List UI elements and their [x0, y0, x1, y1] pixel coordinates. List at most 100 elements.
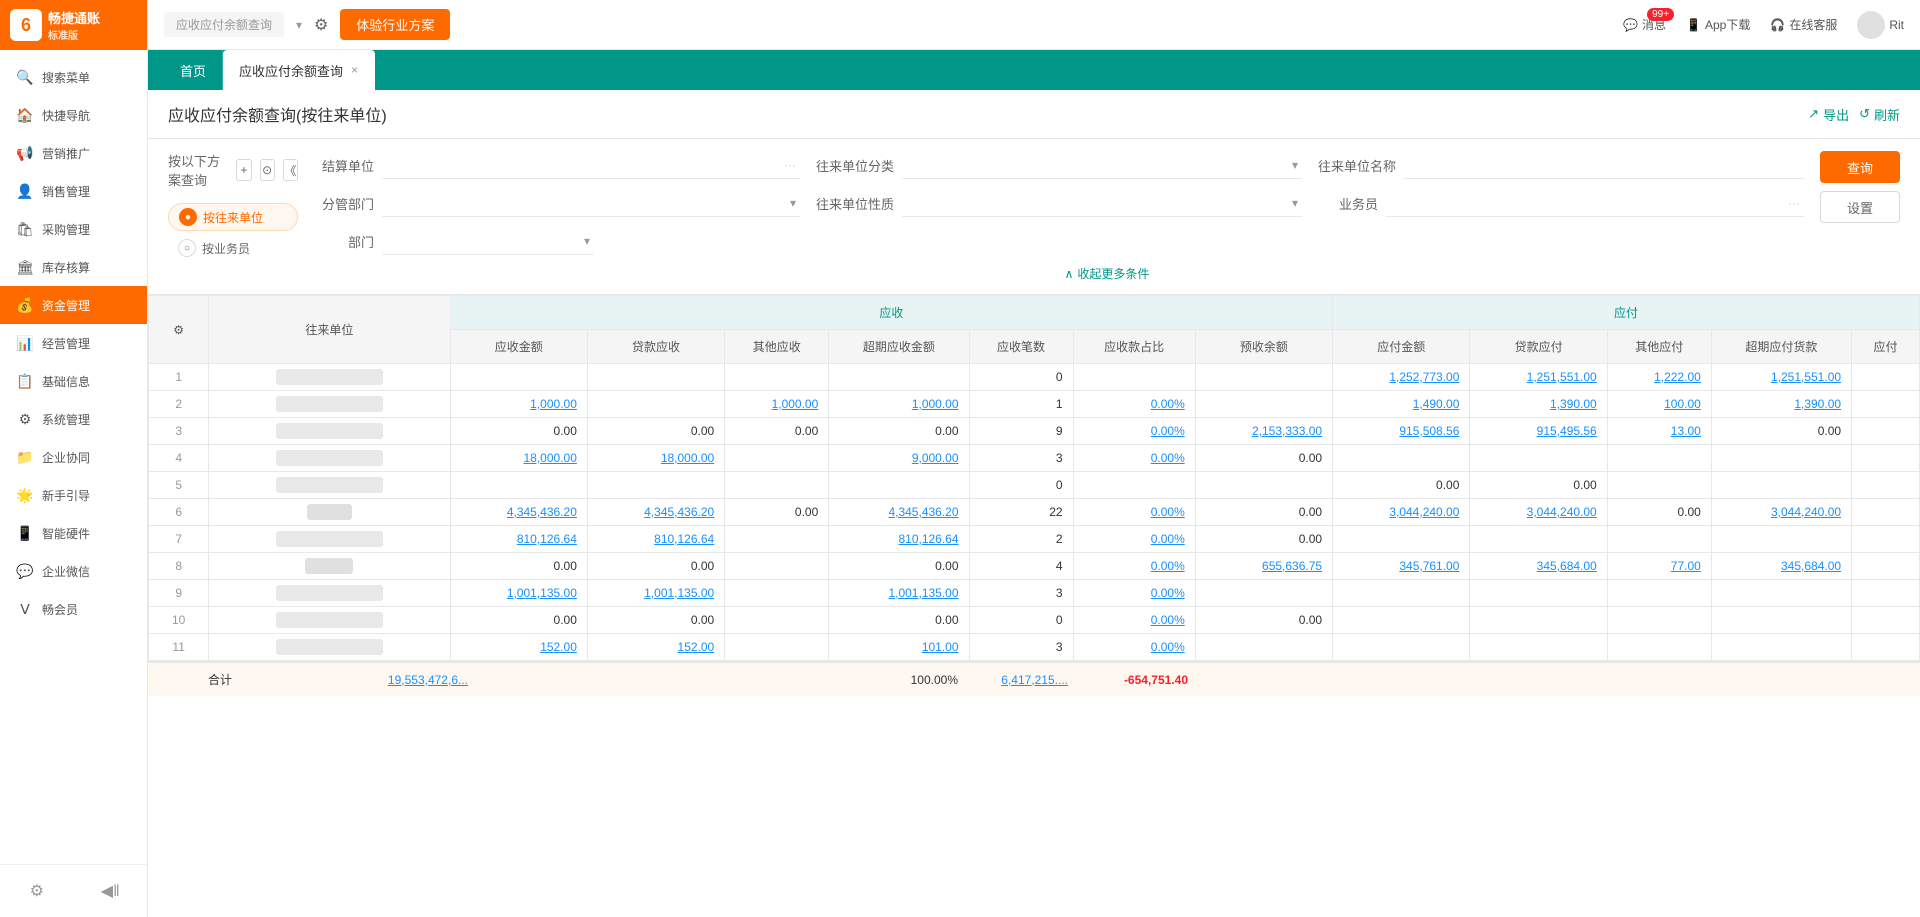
sidebar-item-finance[interactable]: 💰 资金管理 — [0, 286, 147, 324]
filter-expand-button[interactable]: ∧ 收起更多条件 — [314, 265, 1900, 282]
export-button[interactable]: ↗ 导出 — [1808, 105, 1849, 124]
cell-9[interactable]: 13.00 — [1607, 418, 1711, 445]
add-scheme-button[interactable]: + — [236, 159, 251, 181]
cell-8[interactable]: 1,390.00 — [1470, 391, 1607, 418]
cell-0[interactable]: 152.00 — [450, 634, 587, 661]
cell-5[interactable]: 0.00% — [1073, 526, 1195, 553]
sidebar-item-system[interactable]: ⚙ 系统管理 — [0, 400, 147, 438]
cell-0[interactable]: 4,345,436.20 — [450, 499, 587, 526]
cell-1[interactable]: 18,000.00 — [587, 445, 724, 472]
guide-icon: 🌟 — [16, 486, 34, 504]
industry-solution-button[interactable]: 体验行业方案 — [340, 9, 450, 40]
cell-10[interactable]: 1,251,551.00 — [1711, 364, 1851, 391]
cell-5[interactable]: 0.00% — [1073, 634, 1195, 661]
filter-settings-button[interactable]: 设置 — [1820, 191, 1900, 223]
cell-9[interactable]: 77.00 — [1607, 553, 1711, 580]
cell-7[interactable]: 1,252,773.00 — [1333, 364, 1470, 391]
th-settings[interactable]: ⚙ — [149, 296, 209, 364]
cell-9[interactable]: 1,222.00 — [1607, 364, 1711, 391]
tab-ar-ap[interactable]: 应收应付余额查询 × — [223, 50, 375, 90]
cell-1[interactable]: 1,001,135.00 — [587, 580, 724, 607]
filter-by-unit-option[interactable]: ● 按往来单位 — [168, 203, 298, 231]
unit-name-input[interactable] — [1404, 151, 1804, 179]
cell-0[interactable]: 18,000.00 — [450, 445, 587, 472]
cell-0[interactable]: 1,000.00 — [450, 391, 587, 418]
tabbar: 首页 应收应付余额查询 × — [148, 50, 1920, 90]
cell-3[interactable]: 4,345,436.20 — [829, 499, 969, 526]
th-partner: 往来单位 — [209, 296, 450, 364]
cell-1[interactable]: 810,126.64 — [587, 526, 724, 553]
cell-10[interactable]: 345,684.00 — [1711, 553, 1851, 580]
settlement-unit-select[interactable]: ··· — [382, 151, 800, 179]
query-button[interactable]: 查询 — [1820, 151, 1900, 183]
sidebar-item-marketing[interactable]: 📢 营销推广 — [0, 134, 147, 172]
footer-prepay[interactable]: 6,417,215.... — [968, 673, 1078, 687]
cell-10[interactable]: 3,044,240.00 — [1711, 499, 1851, 526]
sidebar-item-purchase[interactable]: 🛍 采购管理 — [0, 210, 147, 248]
cell-3[interactable]: 1,001,135.00 — [829, 580, 969, 607]
unit-nature-select[interactable]: ▾ — [902, 189, 1302, 217]
cell-8[interactable]: 915,495.56 — [1470, 418, 1607, 445]
filter-by-staff-option[interactable]: ○ 按业务员 — [168, 235, 298, 261]
online-service-button[interactable]: 🎧 在线客服 — [1770, 16, 1837, 33]
sidebar-logo: 6 畅捷通账 标准版 — [0, 0, 147, 50]
dept-select[interactable]: ▾ — [382, 189, 800, 217]
cell-5[interactable]: 0.00% — [1073, 445, 1195, 472]
cell-7[interactable]: 1,490.00 — [1333, 391, 1470, 418]
cell-5[interactable]: 0.00% — [1073, 553, 1195, 580]
cell-0[interactable]: 810,126.64 — [450, 526, 587, 553]
cell-7[interactable]: 915,508.56 — [1333, 418, 1470, 445]
sidebar-item-cooperation[interactable]: 📁 企业协同 — [0, 438, 147, 476]
sidebar-item-operation[interactable]: 📊 经营管理 — [0, 324, 147, 362]
cell-5[interactable]: 0.00% — [1073, 499, 1195, 526]
cell-0[interactable]: 1,001,135.00 — [450, 580, 587, 607]
topbar-settings-icon[interactable]: ⚙ — [314, 15, 328, 35]
user-menu[interactable]: Rit — [1857, 11, 1904, 39]
message-button[interactable]: 💬 消息 99+ — [1623, 16, 1666, 33]
cell-1[interactable]: 4,345,436.20 — [587, 499, 724, 526]
sidebar-item-smart-hw[interactable]: 📱 智能硬件 — [0, 514, 147, 552]
cell-5[interactable]: 0.00% — [1073, 391, 1195, 418]
sidebar-item-search-menu[interactable]: 🔍 搜索菜单 — [0, 58, 147, 96]
sidebar-settings-btn[interactable]: ⚙ — [21, 875, 53, 907]
cell-6[interactable]: 655,636.75 — [1195, 553, 1332, 580]
sidebar-collapse-btn[interactable]: ◀‖ — [94, 875, 126, 907]
unit-category-select[interactable]: ▾ — [902, 151, 1302, 179]
sidebar-item-wechat[interactable]: 💬 企业微信 — [0, 552, 147, 590]
cell-10 — [1711, 445, 1851, 472]
tab-close-icon[interactable]: × — [351, 63, 358, 77]
salesperson-select[interactable]: ··· — [1386, 189, 1804, 217]
scheme-settings-button[interactable]: ⊙ — [260, 159, 275, 181]
cell-7[interactable]: 3,044,240.00 — [1333, 499, 1470, 526]
cell-3[interactable]: 9,000.00 — [829, 445, 969, 472]
cell-9[interactable]: 100.00 — [1607, 391, 1711, 418]
sidebar-item-member[interactable]: Ⅴ 畅会员 — [0, 590, 147, 628]
cell-3[interactable]: 810,126.64 — [829, 526, 969, 553]
cell-1[interactable]: 152.00 — [587, 634, 724, 661]
cell-5[interactable]: 0.00% — [1073, 418, 1195, 445]
cell-5[interactable]: 0.00% — [1073, 607, 1195, 634]
refresh-button[interactable]: ↺ 刷新 — [1859, 105, 1900, 124]
cell-2[interactable]: 1,000.00 — [725, 391, 829, 418]
cell-10[interactable]: 1,390.00 — [1711, 391, 1851, 418]
cell-8[interactable]: 3,044,240.00 — [1470, 499, 1607, 526]
sidebar-item-inventory[interactable]: 🏛 库存核算 — [0, 248, 147, 286]
cell-5[interactable]: 0.00% — [1073, 580, 1195, 607]
breadcrumb-chevron-icon[interactable]: ▾ — [296, 18, 302, 32]
collapse-scheme-button[interactable]: 《 — [283, 159, 298, 181]
cell-6[interactable]: 2,153,333.00 — [1195, 418, 1332, 445]
cell-0 — [450, 364, 587, 391]
sidebar-item-guide[interactable]: 🌟 新手引导 — [0, 476, 147, 514]
tab-home[interactable]: 首页 — [164, 50, 223, 90]
cell-8[interactable]: 1,251,551.00 — [1470, 364, 1607, 391]
sidebar-item-basic-info[interactable]: 📋 基础信息 — [0, 362, 147, 400]
cell-7[interactable]: 345,761.00 — [1333, 553, 1470, 580]
sidebar-item-sales[interactable]: 👤 销售管理 — [0, 172, 147, 210]
cell-3[interactable]: 101.00 — [829, 634, 969, 661]
app-download-button[interactable]: 📱 App下载 — [1686, 16, 1750, 33]
footer-ar-total[interactable]: 19,553,472,6... — [358, 673, 478, 687]
sidebar-item-quick-nav[interactable]: 🏠 快捷导航 — [0, 96, 147, 134]
cell-3[interactable]: 1,000.00 — [829, 391, 969, 418]
department-select[interactable]: ▾ — [382, 227, 594, 255]
cell-8[interactable]: 345,684.00 — [1470, 553, 1607, 580]
